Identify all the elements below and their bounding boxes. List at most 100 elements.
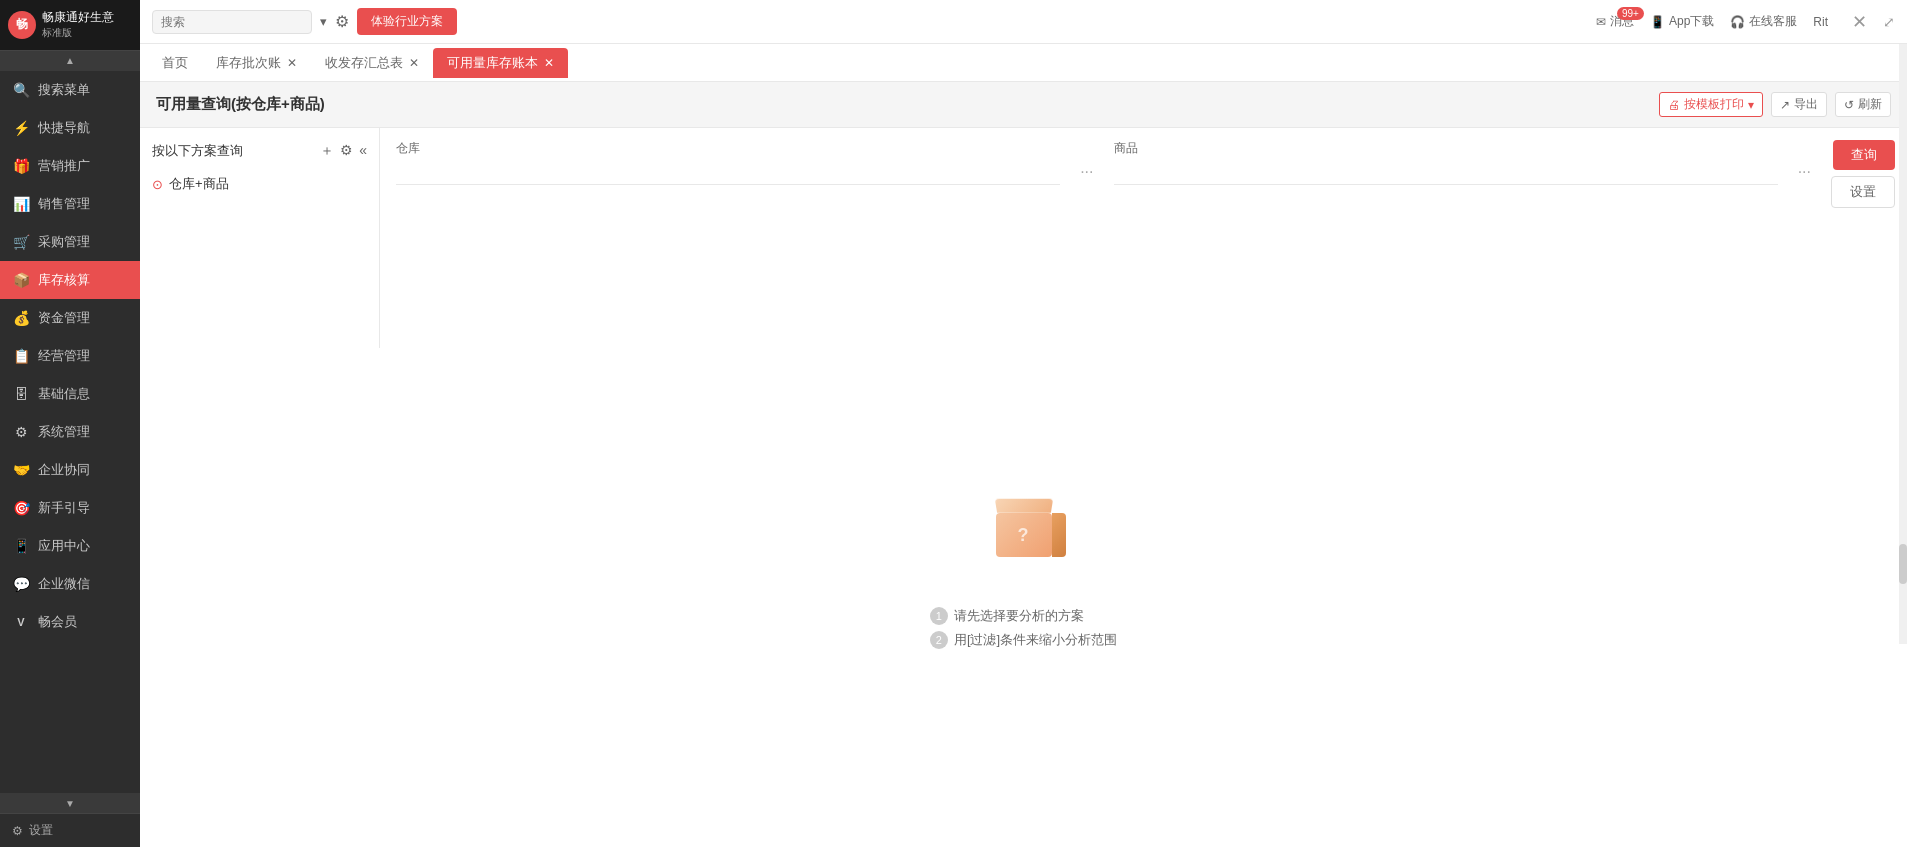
sidebar-item-finance[interactable]: 💰 资金管理 bbox=[0, 299, 140, 337]
sidebar-item-shortcut[interactable]: ⚡ 快捷导航 bbox=[0, 109, 140, 147]
tab-available-label: 可用量库存账本 bbox=[447, 54, 538, 72]
app-label: App下载 bbox=[1669, 13, 1714, 30]
edit-scheme-button[interactable]: ⚙ bbox=[340, 142, 353, 160]
sidebar-item-label: 库存核算 bbox=[38, 271, 90, 289]
sidebar-bottom[interactable]: ⚙ 设置 bbox=[0, 813, 140, 847]
username-label: Rit bbox=[1813, 15, 1828, 29]
settings-icon[interactable]: ⚙ bbox=[335, 12, 349, 31]
sidebar-scroll-down[interactable]: ▼ bbox=[0, 793, 140, 813]
box-body: ? bbox=[996, 513, 1052, 557]
sidebar: 畅 畅康通好生意 标准版 ▲ 🔍 搜索菜单 ⚡ 快捷导航 🎁 营销推广 📊 销售… bbox=[0, 0, 140, 847]
app-title: 畅康通好生意 bbox=[42, 10, 114, 26]
settings-icon: ⚙ bbox=[12, 824, 23, 838]
window-close-button[interactable]: ✕ bbox=[1852, 11, 1867, 33]
sidebar-item-purchase[interactable]: 🛒 采购管理 bbox=[0, 223, 140, 261]
sidebar-item-search[interactable]: 🔍 搜索菜单 bbox=[0, 71, 140, 109]
dropdown-icon[interactable]: ▾ bbox=[320, 14, 327, 29]
page-actions: 🖨 按模板打印 ▾ ↗ 导出 ↺ 刷新 bbox=[1659, 92, 1891, 117]
mobile-icon: 📱 bbox=[1650, 15, 1665, 29]
scheme-panel: 按以下方案查询 ＋ ⚙ « ⊙ 仓库+商品 bbox=[140, 128, 380, 348]
filter-row: 仓库 ··· 商品 ··· bbox=[396, 140, 1815, 185]
sidebar-item-wechat[interactable]: 💬 企业微信 bbox=[0, 565, 140, 603]
export-button[interactable]: ↗ 导出 bbox=[1771, 92, 1827, 117]
target-icon: 🎯 bbox=[12, 499, 30, 517]
hint-text-1: 请先选择要分析的方案 bbox=[954, 607, 1084, 625]
tab-home[interactable]: 首页 bbox=[148, 48, 202, 78]
right-scrollbar[interactable] bbox=[1899, 44, 1907, 644]
gift-icon: 🎁 bbox=[12, 157, 30, 175]
tab-summary[interactable]: 收发存汇总表 ✕ bbox=[311, 48, 433, 78]
sidebar-logo: 畅 bbox=[8, 11, 36, 39]
print-button[interactable]: 🖨 按模板打印 ▾ bbox=[1659, 92, 1763, 117]
search-input[interactable] bbox=[152, 10, 312, 34]
sidebar-item-basic[interactable]: 🗄 基础信息 bbox=[0, 375, 140, 413]
user-button[interactable]: Rit bbox=[1813, 15, 1828, 29]
sidebar-item-label: 快捷导航 bbox=[38, 119, 90, 137]
sidebar-item-system[interactable]: ⚙ 系统管理 bbox=[0, 413, 140, 451]
tab-summary-close[interactable]: ✕ bbox=[409, 56, 419, 70]
tab-batch[interactable]: 库存批次账 ✕ bbox=[202, 48, 311, 78]
app-download-button[interactable]: 📱 App下载 bbox=[1650, 13, 1714, 30]
empty-hint: 1 请先选择要分析的方案 2 用[过滤]条件来缩小分析范围 bbox=[930, 607, 1117, 649]
sidebar-item-sales[interactable]: 📊 销售管理 bbox=[0, 185, 140, 223]
tab-batch-close[interactable]: ✕ bbox=[287, 56, 297, 70]
hint-number-2: 2 bbox=[930, 631, 948, 649]
printer-icon: 🖨 bbox=[1668, 98, 1680, 112]
headset-icon: 🎧 bbox=[1730, 15, 1745, 29]
money-icon: 💰 bbox=[12, 309, 30, 327]
sidebar-item-cooperation[interactable]: 🤝 企业协同 bbox=[0, 451, 140, 489]
sidebar-item-label: 营销推广 bbox=[38, 157, 90, 175]
query-buttons: 查询 设置 bbox=[1831, 128, 1907, 348]
customer-service-button[interactable]: 🎧 在线客服 bbox=[1730, 13, 1797, 30]
filter-and-buttons: 仓库 ··· 商品 ··· 查询 设置 bbox=[380, 128, 1907, 348]
add-scheme-button[interactable]: ＋ bbox=[320, 142, 334, 160]
filter-settings-button[interactable]: 设置 bbox=[1831, 176, 1895, 208]
goods-input[interactable] bbox=[1114, 161, 1778, 185]
scheme-item-icon: ⊙ bbox=[152, 177, 163, 192]
app-subtitle: 标准版 bbox=[42, 26, 114, 40]
tab-available-close[interactable]: ✕ bbox=[544, 56, 554, 70]
page-title: 可用量查询(按仓库+商品) bbox=[156, 95, 325, 114]
sidebar-item-label: 新手引导 bbox=[38, 499, 90, 517]
logo-text: 畅 bbox=[16, 16, 28, 33]
export-icon: ↗ bbox=[1780, 98, 1790, 112]
sidebar-item-marketing[interactable]: 🎁 营销推广 bbox=[0, 147, 140, 185]
sidebar-item-operations[interactable]: 📋 经营管理 bbox=[0, 337, 140, 375]
goods-field: 商品 bbox=[1114, 140, 1778, 185]
message-icon: ✉ bbox=[1596, 15, 1606, 29]
sidebar-item-inventory[interactable]: 📦 库存核算 bbox=[0, 261, 140, 299]
page-content: 可用量查询(按仓库+商品) 🖨 按模板打印 ▾ ↗ 导出 ↺ 刷新 bbox=[140, 82, 1907, 847]
message-badge: 99+ bbox=[1617, 7, 1644, 20]
sidebar-item-appstore[interactable]: 📱 应用中心 bbox=[0, 527, 140, 565]
hint-number-1: 1 bbox=[930, 607, 948, 625]
refresh-button[interactable]: ↺ 刷新 bbox=[1835, 92, 1891, 117]
warehouse-input[interactable] bbox=[396, 161, 1060, 185]
tab-available[interactable]: 可用量库存账本 ✕ bbox=[433, 48, 568, 78]
collapse-scheme-button[interactable]: « bbox=[359, 142, 367, 160]
chat-icon: 💬 bbox=[12, 575, 30, 593]
warehouse-label: 仓库 bbox=[396, 140, 1060, 157]
message-button[interactable]: ✉ 消息 99+ bbox=[1596, 13, 1634, 30]
sidebar-item-label: 搜索菜单 bbox=[38, 81, 90, 99]
sidebar-item-guide[interactable]: 🎯 新手引导 bbox=[0, 489, 140, 527]
industry-button[interactable]: 体验行业方案 bbox=[357, 8, 457, 35]
tab-bar: 首页 库存批次账 ✕ 收发存汇总表 ✕ 可用量库存账本 ✕ bbox=[140, 44, 1907, 82]
sidebar-scroll-up[interactable]: ▲ bbox=[0, 51, 140, 71]
filter-area: 仓库 ··· 商品 ··· bbox=[380, 128, 1831, 348]
warehouse-more-button[interactable]: ··· bbox=[1076, 159, 1097, 185]
export-label: 导出 bbox=[1794, 96, 1818, 113]
window-expand-button[interactable]: ⤢ bbox=[1883, 14, 1895, 30]
query-button[interactable]: 查询 bbox=[1833, 140, 1895, 170]
sidebar-nav: 🔍 搜索菜单 ⚡ 快捷导航 🎁 营销推广 📊 销售管理 🛒 采购管理 📦 库存核… bbox=[0, 71, 140, 793]
scheme-item-warehouse-goods[interactable]: ⊙ 仓库+商品 bbox=[140, 168, 379, 200]
sidebar-header: 畅 畅康通好生意 标准版 bbox=[0, 0, 140, 51]
warehouse-field: 仓库 bbox=[396, 140, 1060, 185]
chart-icon: 📊 bbox=[12, 195, 30, 213]
print-dropdown-icon[interactable]: ▾ bbox=[1748, 98, 1754, 112]
sidebar-item-member[interactable]: V 畅会员 bbox=[0, 603, 140, 641]
goods-more-button[interactable]: ··· bbox=[1794, 159, 1815, 185]
inventory-icon: 📦 bbox=[12, 271, 30, 289]
cart-icon: 🛒 bbox=[12, 233, 30, 251]
scheme-panel-actions: ＋ ⚙ « bbox=[320, 142, 367, 160]
box-top bbox=[994, 498, 1052, 512]
